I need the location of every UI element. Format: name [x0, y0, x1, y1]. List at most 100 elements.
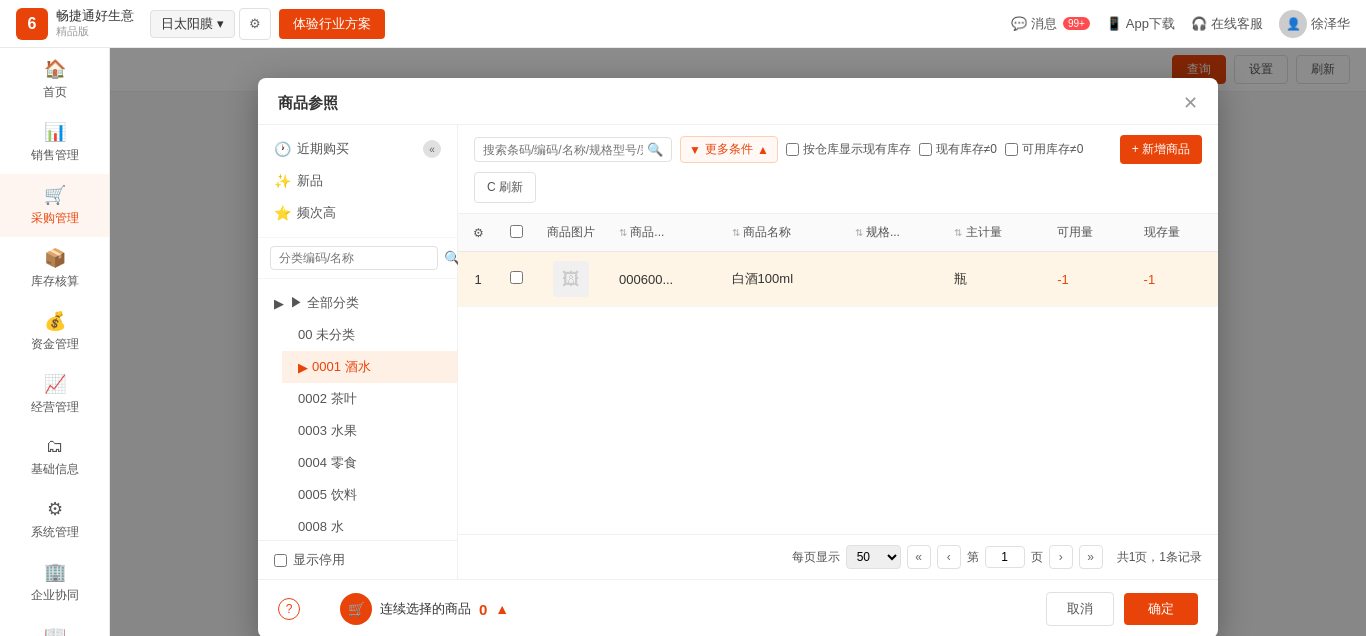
existing-stock-checkbox[interactable]	[919, 143, 932, 156]
user-item[interactable]: 👤 徐泽华	[1279, 10, 1350, 38]
help-icon-btn[interactable]: ?	[278, 598, 300, 620]
category-tree: ▶ ▶ 全部分类 00 未分类 ▶ 0001 酒水	[258, 279, 457, 540]
existing-stock-checkbox-label[interactable]: 现有库存≠0	[919, 141, 997, 158]
page-last-btn[interactable]: »	[1079, 545, 1103, 569]
category-all[interactable]: ▶ ▶ 全部分类	[258, 287, 457, 319]
modal-footer: ? 🛒 连续选择的商品 0 ▲ 取消 确定	[258, 579, 1218, 636]
product-search-icon[interactable]: 🔍	[647, 142, 663, 157]
sidebar: 🏠 首页 📊 销售管理 🛒 采购管理 📦 库存核算 💰 资金管理 📈 经营管理 …	[0, 48, 110, 636]
refresh-product-btn[interactable]: C 刷新	[474, 172, 536, 203]
per-page-select[interactable]: 50 20 100	[846, 545, 901, 569]
home-icon: 🏠	[44, 58, 66, 80]
page-prev-btn[interactable]: ‹	[937, 545, 961, 569]
col-header-name: ⇅ 商品名称	[720, 214, 843, 252]
warehouse-display-checkbox-label[interactable]: 按仓库显示现有库存	[786, 141, 911, 158]
company-selector[interactable]: 日太阳膜 ▾	[150, 10, 235, 38]
main-layout: 🏠 首页 📊 销售管理 🛒 采购管理 📦 库存核算 💰 资金管理 📈 经营管理 …	[0, 48, 1366, 636]
filter-more-btn[interactable]: ▼ 更多条件 ▲	[680, 136, 778, 163]
page-label: 第	[967, 549, 979, 566]
display-disabled-checkbox[interactable]	[274, 554, 287, 567]
category-0002[interactable]: 0002 茶叶	[282, 383, 457, 415]
row-available: -1	[1045, 252, 1131, 307]
collapse-cart-icon[interactable]: ▲	[495, 601, 509, 617]
product-search-input[interactable]	[483, 143, 643, 157]
cart-text-label: 连续选择的商品	[380, 600, 471, 618]
modal-close-button[interactable]: ✕	[1183, 92, 1198, 114]
category-0005[interactable]: 0005 饮料	[282, 479, 457, 511]
row-code: 000600...	[607, 252, 720, 307]
app-download-item[interactable]: 📱 App下载	[1106, 15, 1175, 33]
quick-link-new[interactable]: ✨ 新品	[258, 165, 457, 197]
sidebar-item-base[interactable]: 🗂 基础信息	[0, 426, 109, 488]
page-number-input[interactable]	[985, 546, 1025, 568]
add-product-btn[interactable]: + 新增商品	[1120, 135, 1202, 164]
sidebar-item-inventory[interactable]: 📦 库存核算	[0, 237, 109, 300]
brand-edition: 精品版	[56, 24, 134, 39]
modal-title: 商品参照	[278, 94, 338, 113]
row-stock: -1	[1132, 252, 1218, 307]
filter-icon: ▼	[689, 143, 701, 157]
new-icon: ✨	[274, 173, 291, 189]
sort-unit-icon: ⇅	[954, 227, 962, 238]
category-0001[interactable]: ▶ 0001 酒水	[282, 351, 457, 383]
chevron-up-icon: ▲	[757, 143, 769, 157]
category-0004[interactable]: 0004 零食	[282, 447, 457, 479]
sidebar-item-purchase[interactable]: 🛒 采购管理	[0, 174, 109, 237]
sort-code-icon: ⇅	[619, 227, 627, 238]
expand-arrow-icon: ▶	[274, 296, 284, 311]
category-0003[interactable]: 0003 水果	[282, 415, 457, 447]
settings-icon-btn[interactable]: ⚙	[239, 8, 271, 40]
sidebar-item-corp[interactable]: 🏢 企业协同	[0, 551, 109, 614]
warehouse-display-checkbox[interactable]	[786, 143, 799, 156]
trial-btn[interactable]: 体验行业方案	[279, 9, 385, 39]
product-panel: 🔍 ▼ 更多条件 ▲ 按仓库显示现有库存	[458, 125, 1218, 579]
category-00[interactable]: 00 未分类	[282, 319, 457, 351]
cart-count: 0	[479, 601, 487, 618]
category-search-input[interactable]	[270, 246, 438, 270]
col-header-img: 商品图片	[535, 214, 607, 252]
sidebar-item-system[interactable]: ⚙ 系统管理	[0, 488, 109, 551]
avatar: 👤	[1279, 10, 1307, 38]
notification-item[interactable]: 💬 消息 99+	[1011, 15, 1090, 33]
active-arrow-icon: ▶	[298, 360, 308, 375]
star-icon: ⭐	[274, 205, 291, 221]
page-first-btn[interactable]: «	[907, 545, 931, 569]
table-header-row: ⚙ 商品图片	[458, 214, 1218, 252]
modal-header: 商品参照 ✕	[258, 78, 1218, 125]
product-table: ⚙ 商品图片	[458, 214, 1218, 307]
row-checkbox[interactable]	[510, 271, 523, 284]
sales-icon: 📊	[44, 121, 66, 143]
row-name: 白酒100ml	[720, 252, 843, 307]
select-all-checkbox[interactable]	[510, 225, 523, 238]
phone-icon: 📱	[1106, 16, 1122, 31]
notification-badge: 99+	[1063, 17, 1090, 30]
display-disabled-area: 显示停用	[258, 540, 457, 579]
sidebar-item-finance[interactable]: 💰 资金管理	[0, 300, 109, 363]
available-stock-checkbox-label[interactable]: 可用库存≠0	[1005, 141, 1083, 158]
available-stock-checkbox[interactable]	[1005, 143, 1018, 156]
sidebar-item-guide[interactable]: 📖 新手引导	[0, 614, 109, 636]
corp-icon: 🏢	[44, 561, 66, 583]
table-row[interactable]: 1 🖼 000600...	[458, 252, 1218, 307]
cart-icon-btn[interactable]: 🛒	[340, 593, 372, 625]
category-0008[interactable]: 0008 水	[282, 511, 457, 540]
sidebar-item-home[interactable]: 🏠 首页	[0, 48, 109, 111]
quick-link-recent[interactable]: 🕐 近期购买 «	[258, 133, 457, 165]
cancel-btn[interactable]: 取消	[1046, 592, 1114, 626]
confirm-btn[interactable]: 确定	[1124, 593, 1198, 625]
row-checkbox-cell	[498, 252, 535, 307]
sidebar-item-sales[interactable]: 📊 销售管理	[0, 111, 109, 174]
nav-right: 💬 消息 99+ 📱 App下载 🎧 在线客服 👤 徐泽华	[1011, 10, 1350, 38]
product-toolbar: 🔍 ▼ 更多条件 ▲ 按仓库显示现有库存	[458, 125, 1218, 214]
page-next-btn[interactable]: ›	[1049, 545, 1073, 569]
total-info: 共1页，1条记录	[1117, 549, 1202, 566]
quick-links: 🕐 近期购买 « ✨ 新品 ⭐ 频次高	[258, 125, 457, 238]
sidebar-item-ops[interactable]: 📈 经营管理	[0, 363, 109, 426]
quick-link-frequent[interactable]: ⭐ 频次高	[258, 197, 457, 229]
online-service-item[interactable]: 🎧 在线客服	[1191, 15, 1263, 33]
category-sub-tree: 00 未分类 ▶ 0001 酒水 0002 茶叶	[258, 319, 457, 540]
modal-body: 🕐 近期购买 « ✨ 新品 ⭐ 频次高	[258, 125, 1218, 579]
collapse-btn[interactable]: «	[423, 140, 441, 158]
modal-overlay: 商品参照 ✕ 🕐 近期购买 «	[110, 48, 1366, 636]
col-settings-icon[interactable]: ⚙	[473, 226, 484, 240]
